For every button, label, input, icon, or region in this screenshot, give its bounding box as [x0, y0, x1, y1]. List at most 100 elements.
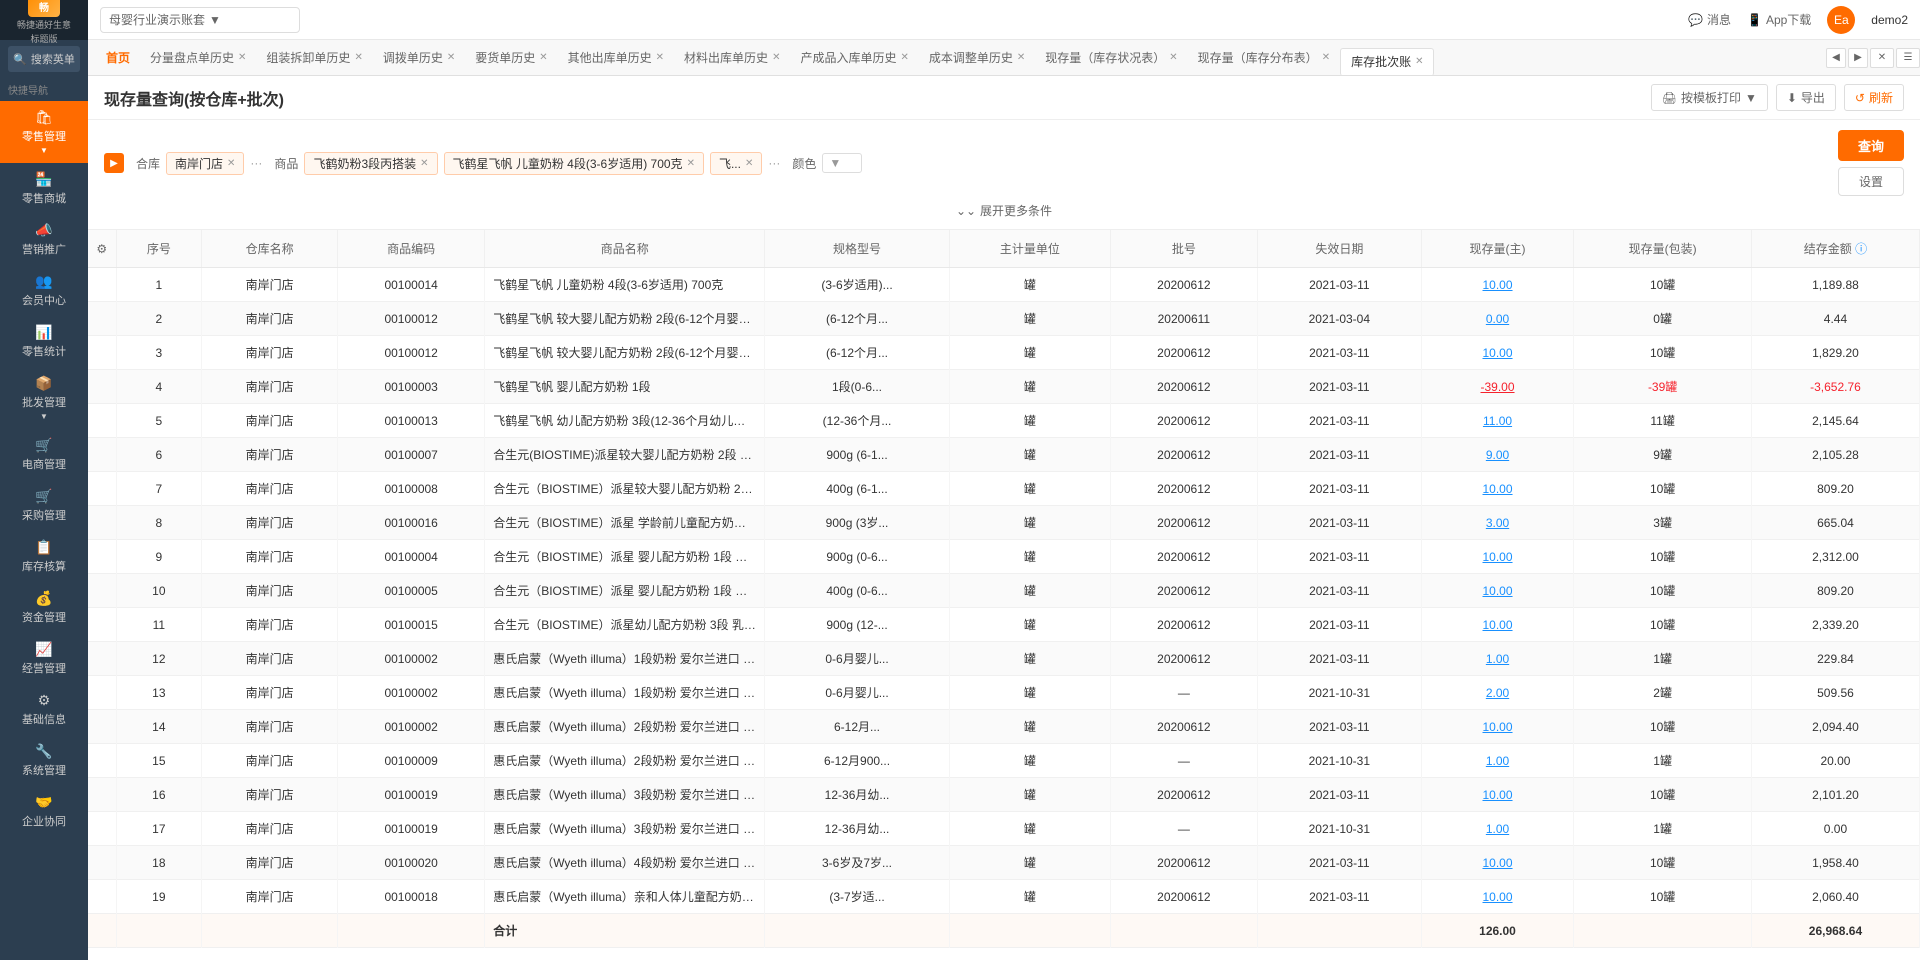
td-stock-main[interactable]: -39.00	[1421, 370, 1574, 404]
td-expire: 2021-03-11	[1257, 506, 1421, 540]
tab-产成品入库单历史[interactable]: 产成品入库单历史 ✕	[790, 44, 918, 72]
sidebar-item-system[interactable]: 🔧 系统管理	[0, 735, 88, 786]
filter-expand-button[interactable]: ▶	[104, 153, 124, 173]
td-stock-main[interactable]: 0.00	[1421, 302, 1574, 336]
td-stock-main[interactable]: 10.00	[1421, 574, 1574, 608]
close-icon[interactable]: ✕	[656, 52, 664, 63]
sidebar-item-retail-mall[interactable]: 🏪 零售商城	[0, 163, 88, 214]
td-stock-main[interactable]: 10.00	[1421, 846, 1574, 880]
td-stock-main[interactable]: 10.00	[1421, 710, 1574, 744]
td-settings	[88, 506, 116, 540]
td-stock-main[interactable]: 10.00	[1421, 268, 1574, 302]
td-stock-main[interactable]: 10.00	[1421, 540, 1574, 574]
product-tag-3-close[interactable]: ✕	[745, 158, 753, 169]
tab-现存量库存状况表[interactable]: 现存量（库存状况表） ✕	[1035, 44, 1187, 72]
sidebar-item-inventory[interactable]: 📋 库存核算	[0, 531, 88, 582]
td-code: 00100015	[338, 608, 485, 642]
sidebar-search-button[interactable]: 🔍 搜索英单	[8, 46, 80, 72]
td-stock-main[interactable]: 10.00	[1421, 336, 1574, 370]
product-tag-2-close[interactable]: ✕	[687, 158, 695, 169]
sidebar-item-operations[interactable]: 📈 经营管理	[0, 633, 88, 684]
td-warehouse: 南岸门店	[202, 846, 338, 880]
template-print-button[interactable]: 🖨 按模板打印 ▼	[1651, 84, 1768, 111]
table-row: 7 南岸门店 00100008 合生元（BIOSTIME）派星较大婴儿配方奶粉 …	[88, 472, 1920, 506]
tab-库存批次账[interactable]: 库存批次账 ✕	[1340, 48, 1434, 76]
close-icon[interactable]: ✕	[1169, 52, 1177, 63]
close-icon[interactable]: ✕	[1017, 52, 1025, 63]
nav-next-button[interactable]: ▶	[1848, 48, 1868, 68]
sidebar-item-basic-info[interactable]: ⚙ 基础信息	[0, 684, 88, 735]
warehouse-tag-close[interactable]: ✕	[227, 158, 235, 169]
refresh-button[interactable]: ↺ 刷新	[1844, 84, 1904, 111]
td-stock-main[interactable]: 11.00	[1421, 404, 1574, 438]
tab-成本调整单历史[interactable]: 成本调整单历史 ✕	[919, 44, 1035, 72]
close-icon[interactable]: ✕	[900, 52, 908, 63]
tab-材料出库单历史[interactable]: 材料出库单历史 ✕	[674, 44, 790, 72]
td-stock-main[interactable]: 1.00	[1421, 812, 1574, 846]
close-icon[interactable]: ✕	[772, 52, 780, 63]
td-stock-main[interactable]: 10.00	[1421, 472, 1574, 506]
sidebar-item-ecommerce[interactable]: 🛒 电商管理	[0, 429, 88, 480]
tab-home[interactable]: 首页	[96, 44, 140, 72]
tab-分量盘点单历史[interactable]: 分量盘点单历史 ✕	[140, 44, 256, 72]
close-icon[interactable]: ✕	[1415, 56, 1423, 67]
sidebar-item-finance[interactable]: 💰 资金管理	[0, 582, 88, 633]
sidebar-item-retail-management[interactable]: 🛍 零售管理 ▼	[0, 101, 88, 163]
td-stock-main[interactable]: 10.00	[1421, 880, 1574, 914]
td-stock-main[interactable]: 3.00	[1421, 506, 1574, 540]
message-button[interactable]: 💬 消息	[1688, 11, 1731, 28]
td-stock-main[interactable]: 2.00	[1421, 676, 1574, 710]
tab-其他出库单历史[interactable]: 其他出库单历史 ✕	[558, 44, 674, 72]
export-button[interactable]: ⬇ 导出	[1776, 84, 1836, 111]
close-icon[interactable]: ✕	[238, 52, 246, 63]
th-settings[interactable]: ⚙	[88, 230, 116, 268]
td-settings	[88, 676, 116, 710]
tab-现存量库存分布表[interactable]: 现存量（库存分布表） ✕	[1188, 44, 1340, 72]
main-content: 现存量查询(按仓库+批次) 🖨 按模板打印 ▼ ⬇ 导出 ↺ 刷新 ▶ 合库	[88, 76, 1920, 960]
tab-组装拆卸单历史[interactable]: 组装拆卸单历史 ✕	[256, 44, 372, 72]
sidebar-item-purchase[interactable]: 🛒 采购管理	[0, 480, 88, 531]
product-tag-1-close[interactable]: ✕	[420, 158, 428, 169]
close-icon[interactable]: ✕	[447, 52, 455, 63]
th-balance: 结存金额 ⓘ	[1751, 230, 1919, 268]
sidebar-item-marketing[interactable]: 📣 营销推广	[0, 214, 88, 265]
td-warehouse: 南岸门店	[202, 710, 338, 744]
expand-more-button[interactable]: ⌄⌄ 展开更多条件	[956, 202, 1052, 219]
nav-prev-button[interactable]: ◀	[1826, 48, 1846, 68]
td-name: 飞鹤星飞帆 较大婴儿配方奶粉 2段(6-12个月婴幼儿适用) ...	[485, 336, 765, 370]
quick-nav-label: 快捷导航	[0, 78, 88, 101]
product-ellipsis[interactable]: ···	[768, 156, 780, 170]
tab-调拨单历史[interactable]: 调拨单历史 ✕	[373, 44, 465, 72]
nav-close-button[interactable]: ✕	[1870, 48, 1894, 68]
sidebar-item-wholesale[interactable]: 📦 批发管理 ▼	[0, 367, 88, 429]
app-download-button[interactable]: 📱 App下载	[1747, 11, 1811, 28]
td-stock-main[interactable]: 10.00	[1421, 608, 1574, 642]
td-balance: 809.20	[1751, 472, 1919, 506]
td-stock-main[interactable]: 1.00	[1421, 744, 1574, 778]
sidebar-item-retail-stats[interactable]: 📊 零售统计	[0, 316, 88, 367]
td-settings	[88, 336, 116, 370]
sidebar-item-members[interactable]: 👥 会员中心	[0, 265, 88, 316]
color-dropdown-arrow[interactable]: ▼	[822, 153, 862, 173]
td-stock-main[interactable]: 10.00	[1421, 778, 1574, 812]
th-seq: 序号	[116, 230, 202, 268]
message-icon: 💬	[1688, 13, 1703, 27]
td-balance: 20.00	[1751, 744, 1919, 778]
nav-menu-button[interactable]: ☰	[1896, 48, 1920, 68]
td-stock-main[interactable]: 9.00	[1421, 438, 1574, 472]
user-avatar[interactable]: Ea	[1827, 6, 1855, 34]
tab-要货单历史[interactable]: 要货单历史 ✕	[465, 44, 557, 72]
td-stock-pkg: 10罐	[1574, 778, 1752, 812]
close-icon[interactable]: ✕	[1322, 52, 1330, 63]
close-icon[interactable]: ✕	[539, 52, 547, 63]
close-icon[interactable]: ✕	[354, 52, 362, 63]
warehouse-ellipsis[interactable]: ···	[250, 156, 262, 170]
top-bar-right: 💬 消息 📱 App下载 Ea demo2	[1688, 6, 1908, 34]
balance-info-icon[interactable]: ⓘ	[1855, 242, 1867, 256]
td-stock-main[interactable]: 1.00	[1421, 642, 1574, 676]
td-unit: 罐	[949, 744, 1110, 778]
breadcrumb[interactable]: 母婴行业演示账套 ▼	[100, 7, 300, 33]
settings-button[interactable]: 设置	[1838, 167, 1904, 196]
sidebar-item-enterprise[interactable]: 🤝 企业协同	[0, 786, 88, 837]
query-button[interactable]: 查询	[1838, 130, 1904, 161]
